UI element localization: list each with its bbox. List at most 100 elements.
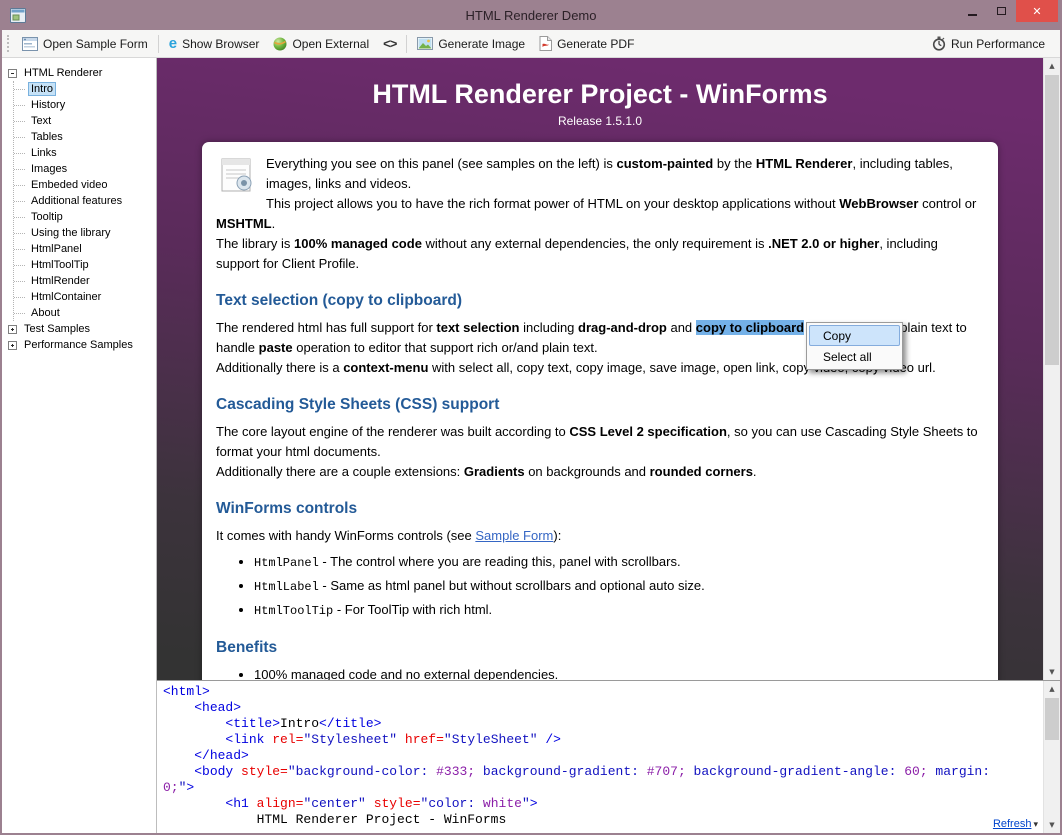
tree-item-label[interactable]: Links — [28, 146, 60, 160]
main-scrollbar[interactable]: ▲ ▼ — [1043, 58, 1060, 680]
show-browser-button[interactable]: e Show Browser — [162, 34, 267, 54]
tree-item-label[interactable]: Intro — [28, 82, 57, 96]
sidebar-item-tables[interactable]: Tables — [14, 129, 154, 145]
tree-children: Intro History Text Tables Links Images Embeded… — [13, 81, 154, 321]
sidebar-item-images[interactable]: Images — [14, 161, 154, 177]
scrollbar-thumb[interactable] — [1045, 698, 1059, 740]
code-token: " — [521, 796, 530, 811]
text-run: without any external dependencies, the o… — [421, 236, 769, 251]
toolbar-grip-handle[interactable] — [7, 35, 11, 52]
sample-form-link[interactable]: Sample Form — [475, 528, 553, 543]
show-browser-label: Show Browser — [182, 36, 260, 51]
sidebar-item-history[interactable]: History — [14, 97, 154, 113]
sidebar-item-performance-samples[interactable]: Performance Samples — [6, 337, 154, 353]
run-performance-label: Run Performance — [950, 36, 1045, 51]
tree-item-label[interactable]: About — [28, 306, 63, 320]
tree-item-label[interactable]: Text — [28, 114, 54, 128]
open-external-button[interactable]: Open External — [266, 34, 376, 54]
generate-image-button[interactable]: Generate Image — [410, 34, 532, 54]
sidebar-item-htmlpanel[interactable]: HtmlPanel — [14, 241, 154, 257]
text-run: text selection — [436, 320, 520, 335]
tree-item-label[interactable]: Additional features — [28, 194, 125, 208]
code-token: </head> — [194, 748, 249, 763]
maximize-button[interactable] — [987, 0, 1016, 22]
text-run: WebBrowser — [839, 196, 919, 211]
tree-item-label[interactable]: History — [28, 98, 68, 112]
code-token: </title> — [319, 716, 382, 731]
tree-item-label[interactable]: Using the library — [28, 226, 113, 240]
intro-paragraph: This project allows you to have the rich… — [216, 194, 984, 234]
sidebar-item-embeded-video[interactable]: Embeded video — [14, 177, 154, 193]
text-run: - The control where you are reading this… — [318, 554, 681, 569]
tree-item-label[interactable]: HtmlContainer — [28, 290, 104, 304]
text-run: HtmlToolTip — [254, 604, 334, 618]
code-token: background-color: — [295, 764, 429, 779]
minimize-button[interactable] — [958, 0, 987, 22]
code-token: /> — [545, 732, 561, 747]
scroll-down-button[interactable]: ▼ — [1044, 664, 1060, 680]
text-run: HtmlLabel — [254, 580, 319, 594]
sidebar-item-about[interactable]: About — [14, 305, 154, 321]
sidebar-item-tooltip[interactable]: Tooltip — [14, 209, 154, 225]
code-area[interactable]: <html> <head> <title>Intro</title> <link… — [157, 681, 1043, 833]
text-run: Gradients — [463, 464, 525, 479]
scroll-up-button[interactable]: ▲ — [1044, 58, 1060, 74]
section-heading: Cascading Style Sheets (CSS) support — [216, 396, 500, 413]
bullet-item: HtmlToolTip - For ToolTip with rich html… — [254, 600, 984, 621]
scroll-down-button[interactable]: ▼ — [1044, 817, 1060, 833]
refresh-link[interactable]: Refresh — [993, 818, 1032, 830]
sidebar-item-test-samples[interactable]: Test Samples — [6, 321, 154, 337]
text-run: including — [519, 320, 579, 335]
scrollbar-thumb[interactable] — [1045, 75, 1059, 365]
close-button[interactable]: ✕ — [1016, 0, 1058, 22]
tree-item-label[interactable]: Tooltip — [28, 210, 66, 224]
tree-item-label[interactable]: Images — [28, 162, 70, 176]
sidebar-item-additional-features[interactable]: Additional features — [14, 193, 154, 209]
sidebar-item-using-the-library[interactable]: Using the library — [14, 225, 154, 241]
text-run: . — [271, 216, 276, 231]
sidebar-item-intro[interactable]: Intro — [14, 81, 154, 97]
tree-item-label[interactable]: Test Samples — [21, 322, 93, 336]
code-scrollbar[interactable]: ▲ ▼ — [1043, 681, 1060, 833]
open-sample-form-button[interactable]: Open Sample Form — [15, 34, 155, 54]
context-menu-item-select-all[interactable]: Select all — [809, 346, 900, 367]
tree-item-label[interactable]: HTML Renderer — [21, 66, 105, 80]
sidebar-item-htmlrender[interactable]: HtmlRender — [14, 273, 154, 289]
tree-item-label[interactable]: HtmlToolTip — [28, 258, 92, 272]
sidebar-item-htmltooltip[interactable]: HtmlToolTip — [14, 257, 154, 273]
code-line: <h1 align="center" style="color: white"> — [163, 796, 1007, 812]
sidebar-item-html-renderer[interactable]: HTML Renderer — [6, 65, 154, 81]
scroll-up-button[interactable]: ▲ — [1044, 681, 1060, 697]
rendered-document: HTML Renderer Project - WinForms Release… — [157, 58, 1043, 680]
expand-icon[interactable] — [8, 324, 17, 334]
sidebar-item-text[interactable]: Text — [14, 113, 154, 129]
code-line: <title>Intro</title> — [163, 716, 1007, 732]
code-token: <body — [194, 764, 234, 779]
minimize-icon — [968, 13, 977, 16]
arrow-up-icon: ▲ — [1049, 62, 1055, 70]
tree-item-label[interactable]: Embeded video — [28, 178, 110, 192]
intro-block: Everything you see on this panel (see sa… — [216, 154, 984, 274]
expand-icon[interactable] — [8, 340, 17, 350]
paragraph: The core layout engine of the renderer w… — [216, 422, 984, 462]
text-run: and — [666, 320, 696, 335]
view-source-button[interactable]: <> — [376, 33, 403, 54]
code-icon: <> — [383, 36, 397, 51]
tree-item-label[interactable]: HtmlPanel — [28, 242, 85, 256]
code-token: align= — [256, 796, 304, 811]
collapse-icon[interactable] — [8, 68, 17, 78]
tree-item-label[interactable]: Performance Samples — [21, 338, 136, 352]
paragraph: Additionally there are a couple extensio… — [216, 462, 984, 482]
code-token: <link — [225, 732, 265, 747]
sidebar-item-htmlcontainer[interactable]: HtmlContainer — [14, 289, 154, 305]
generate-pdf-button[interactable]: Generate PDF — [532, 33, 641, 54]
tree-item-label[interactable]: HtmlRender — [28, 274, 93, 288]
text-run: .NET 2.0 or higher — [768, 236, 880, 251]
context-menu-item-copy[interactable]: Copy — [809, 325, 900, 346]
run-performance-button[interactable]: Run Performance — [925, 33, 1052, 54]
sidebar-item-links[interactable]: Links — [14, 145, 154, 161]
refresh-control[interactable]: Refresh ▾ — [993, 818, 1038, 830]
tree-item-label[interactable]: Tables — [28, 130, 66, 144]
